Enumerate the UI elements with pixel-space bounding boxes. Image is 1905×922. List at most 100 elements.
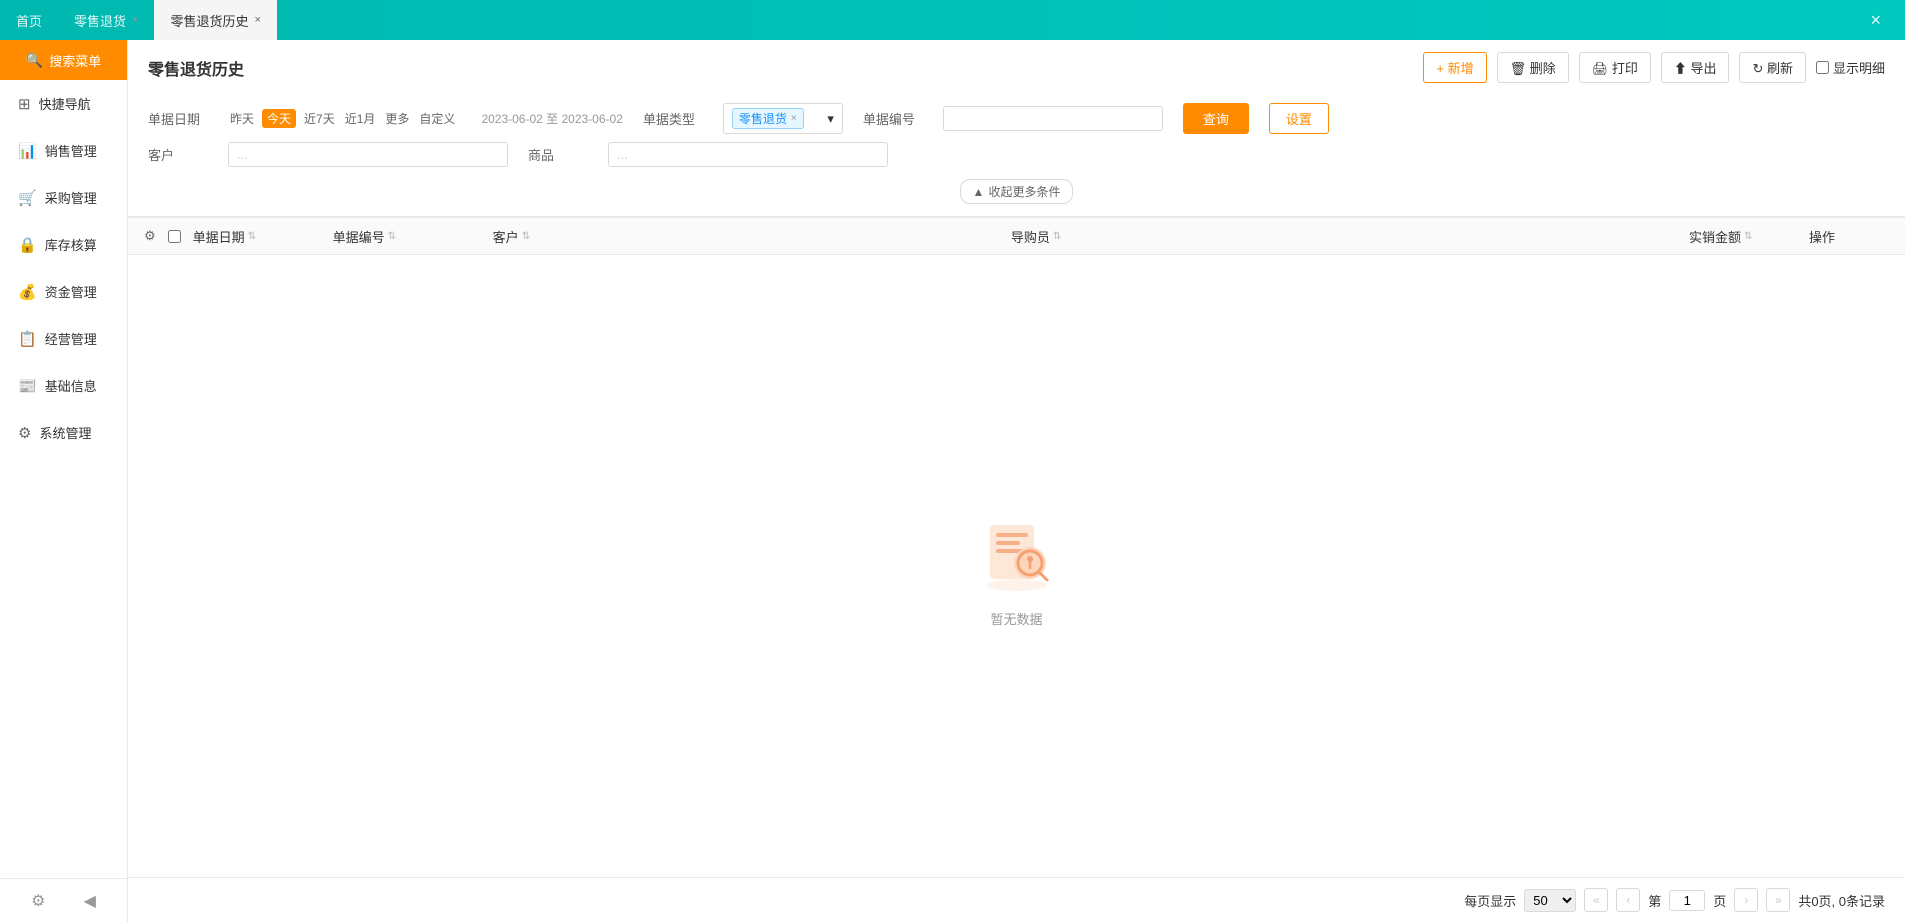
goods-filter-placeholder: ... (617, 147, 879, 162)
tab-close-return-history[interactable]: × (254, 14, 260, 26)
date-shortcuts: 昨天 今天 近7天 近1月 更多 自定义 (228, 109, 457, 128)
nav-label-basic-info: 基础信息 (45, 376, 97, 395)
select-all-checkbox[interactable] (168, 230, 181, 243)
nav-icon-inventory: 🔒 (18, 236, 37, 254)
page-title: 零售退货历史 (148, 56, 244, 80)
col-header-customer[interactable]: 客户 ⇅ (493, 227, 1011, 246)
empty-text: 暂无数据 (990, 609, 1042, 628)
tab-home[interactable]: 首页 (0, 0, 58, 40)
page-header: 零售退货历史 + 新增 🗑 删除 🖨 打印 ⬆ 导出 ↻ 刷新 显示明细 单据日… (128, 40, 1905, 217)
empty-state: 暂无数据 (128, 255, 1905, 877)
page-prev-button[interactable]: ‹ (1616, 888, 1640, 912)
col-customer-sort-icon: ⇅ (522, 231, 530, 242)
col-header-date[interactable]: 单据日期 ⇅ (193, 227, 333, 246)
tab-return-history[interactable]: 零售退货历史× (154, 0, 276, 40)
print-button[interactable]: 🖨 打印 (1579, 52, 1651, 83)
nav-icon-purchase-mgmt: 🛒 (18, 189, 37, 207)
export-button[interactable]: ⬆ 导出 (1661, 52, 1730, 83)
sidebar-collapse-icon[interactable]: ◀ (84, 891, 96, 911)
show-detail-checkbox[interactable] (1816, 61, 1829, 74)
top-bar-right: × (1862, 10, 1905, 31)
date-shortcut-custom[interactable]: 自定义 (417, 109, 457, 128)
filter-row-1: 单据日期 昨天 今天 近7天 近1月 更多 自定义 2023-06-02 至 2… (148, 103, 1885, 134)
collapse-label: 收起更多条件 (988, 183, 1060, 200)
sidebar-item-quick-nav[interactable]: ⊞快捷导航 (0, 80, 127, 127)
col-header-action: 操作 (1809, 227, 1889, 246)
date-shortcut-today[interactable]: 今天 (262, 109, 296, 128)
collapse-button[interactable]: ▲ 收起更多条件 (960, 179, 1074, 204)
type-filter-select[interactable]: 零售退货 × ▾ (723, 103, 843, 134)
top-bar: 首页零售退货×零售退货历史× × (0, 0, 1905, 40)
col-guide-sort-icon: ⇅ (1053, 231, 1061, 242)
settings-button[interactable]: 设置 (1269, 103, 1329, 134)
page-size-select[interactable]: 20 50 100 (1524, 889, 1576, 912)
col-header-guide[interactable]: 导购员 ⇅ (1011, 227, 1171, 246)
col-num-label: 单据编号 (333, 227, 385, 246)
refresh-button[interactable]: ↻ 刷新 (1739, 52, 1806, 83)
page-last-button[interactable]: » (1766, 888, 1790, 912)
nav-icon-basic-info: 📰 (18, 377, 37, 395)
filter-area: 单据日期 昨天 今天 近7天 近1月 更多 自定义 2023-06-02 至 2… (148, 93, 1885, 216)
sidebar-search-button[interactable]: 🔍 搜索菜单 (0, 40, 127, 80)
nav-icon-system-mgmt: ⚙ (18, 424, 31, 442)
sidebar-search-label: 搜索菜单 (49, 51, 101, 70)
page-number-input[interactable] (1669, 890, 1705, 911)
col-guide-label: 导购员 (1011, 227, 1050, 246)
tab-bar: 首页零售退货×零售退货历史× (0, 0, 1862, 40)
col-header-num[interactable]: 单据编号 ⇅ (333, 227, 493, 246)
new-button[interactable]: + 新增 (1423, 52, 1486, 83)
date-shortcut-7days[interactable]: 近7天 (302, 109, 337, 128)
main-layout: 🔍 搜索菜单 ⊞快捷导航📊销售管理🛒采购管理 🔒 库存核算 💰资金管理📋经营管理 📰 基础… (0, 40, 1905, 922)
date-shortcut-1month[interactable]: 近1月 (343, 109, 378, 128)
date-filter-label: 单据日期 (148, 109, 208, 128)
col-date-label: 单据日期 (193, 227, 245, 246)
nav-label-finance-mgmt: 资金管理 (45, 282, 97, 301)
tab-return[interactable]: 零售退货× (58, 0, 154, 40)
sidebar-item-system-mgmt[interactable]: ⚙ 系统管理 (0, 409, 127, 456)
show-detail-checkbox-label[interactable]: 显示明细 (1816, 58, 1885, 77)
page-next-button[interactable]: › (1734, 888, 1758, 912)
sidebar-item-finance-mgmt[interactable]: 💰资金管理 (0, 268, 127, 315)
search-icon: 🔍 (26, 52, 43, 69)
sidebar-item-basic-info[interactable]: 📰 基础信息 (0, 362, 127, 409)
page-size-dropdown[interactable]: 20 50 100 (1524, 889, 1576, 912)
page-header-top: 零售退货历史 + 新增 🗑 删除 🖨 打印 ⬆ 导出 ↻ 刷新 显示明细 (148, 52, 1885, 83)
customer-filter-placeholder: ... (237, 147, 499, 162)
date-shortcut-more[interactable]: 更多 (383, 109, 411, 128)
sidebar-item-business-mgmt[interactable]: 📋经营管理 (0, 315, 127, 362)
type-tag-close[interactable]: × (791, 113, 797, 124)
col-date-sort-icon: ⇅ (248, 231, 256, 242)
nav-label-inventory: 库存核算 (45, 235, 97, 254)
toolbar: + 新增 🗑 删除 🖨 打印 ⬆ 导出 ↻ 刷新 显示明细 (1423, 52, 1885, 83)
delete-button[interactable]: 🗑 删除 (1497, 52, 1569, 83)
date-shortcut-yesterday[interactable]: 昨天 (228, 109, 256, 128)
sidebar-item-purchase-mgmt[interactable]: 🛒采购管理 (0, 174, 127, 221)
page-first-button[interactable]: « (1584, 888, 1608, 912)
nav-icon-business-mgmt: 📋 (18, 330, 37, 348)
table-settings-icon[interactable]: ⚙ (144, 228, 156, 244)
sidebar-nav: ⊞快捷导航📊销售管理🛒采购管理 🔒 库存核算 💰资金管理📋经营管理 📰 基础信息 ⚙ 系统管理 (0, 80, 127, 878)
query-button[interactable]: 查询 (1183, 103, 1249, 134)
num-filter-input[interactable] (943, 106, 1163, 131)
sidebar-settings-icon[interactable]: ⚙ (31, 891, 45, 911)
nav-label-sales-mgmt: 销售管理 (45, 141, 97, 160)
col-customer-label: 客户 (493, 227, 519, 246)
table-area: ⚙ 单据日期 ⇅ 单据编号 ⇅ 客户 ⇅ 导购员 ⇅ (128, 217, 1905, 922)
show-detail-label: 显示明细 (1833, 58, 1885, 77)
goods-filter-label: 商品 (528, 145, 588, 164)
nav-label-system-mgmt: 系统管理 (39, 423, 91, 442)
window-close-button[interactable]: × (1862, 10, 1889, 31)
total-label: 共0页, 0条记录 (1798, 891, 1885, 910)
sidebar-item-inventory[interactable]: 🔒 库存核算 (0, 221, 127, 268)
table-header: ⚙ 单据日期 ⇅ 单据编号 ⇅ 客户 ⇅ 导购员 ⇅ (128, 217, 1905, 255)
type-tag: 零售退货 × (732, 108, 804, 129)
customer-filter-label: 客户 (148, 145, 208, 164)
type-select-arrow: ▾ (827, 111, 834, 127)
sidebar-item-sales-mgmt[interactable]: 📊销售管理 (0, 127, 127, 174)
page-unit-label: 页 (1713, 891, 1726, 910)
main-content: 零售退货历史 + 新增 🗑 删除 🖨 打印 ⬆ 导出 ↻ 刷新 显示明细 单据日… (128, 40, 1905, 922)
col-header-amount[interactable]: 实销金额 ⇅ (1689, 227, 1809, 246)
col-num-sort-icon: ⇅ (388, 231, 396, 242)
pagination-bar: 每页显示 20 50 100 « ‹ 第 页 › » 共0页, 0条记录 (128, 877, 1905, 922)
tab-close-return[interactable]: × (132, 14, 138, 26)
